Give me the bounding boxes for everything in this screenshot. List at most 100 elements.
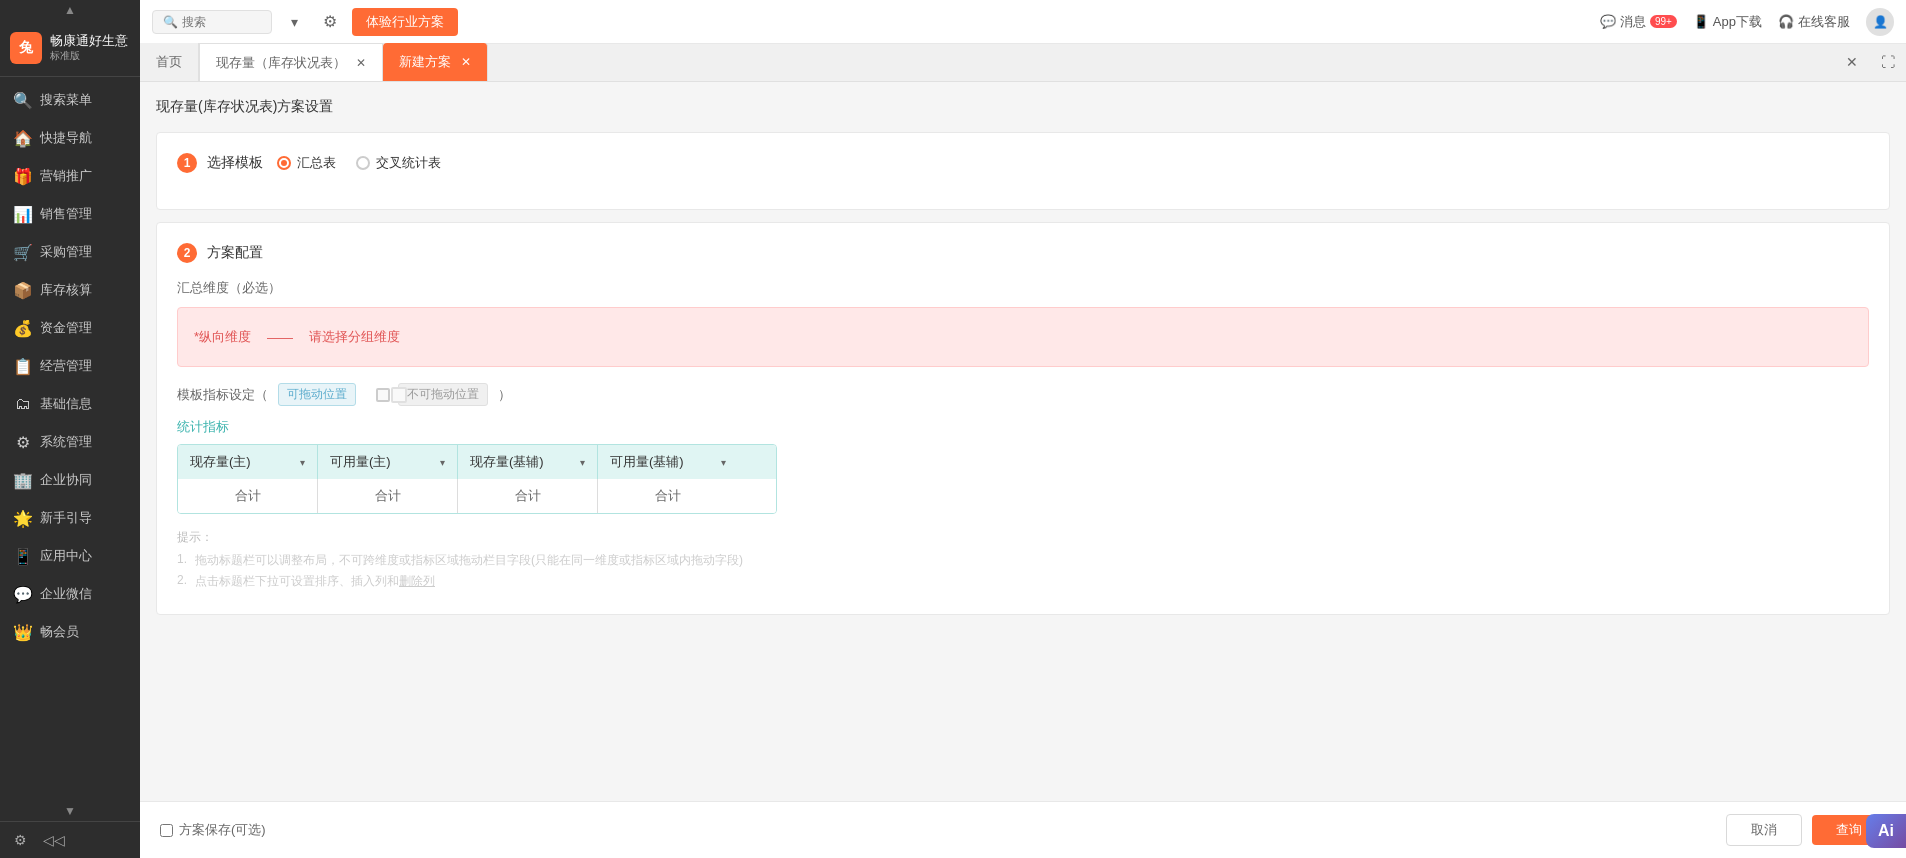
- sidebar-item-system[interactable]: ⚙ 系统管理: [0, 423, 140, 461]
- hint-2-link[interactable]: 删除列: [399, 574, 435, 588]
- dimension-row-label: *纵向维度: [194, 328, 251, 346]
- tab-new-plan[interactable]: 新建方案 ✕: [383, 43, 488, 81]
- sidebar-label-sales: 销售管理: [40, 205, 92, 223]
- sidebar-item-finance[interactable]: 💰 资金管理: [0, 309, 140, 347]
- tabs-bar: 首页 现存量（库存状况表） ✕ 新建方案 ✕ ✕ ⛶: [140, 44, 1906, 82]
- topbar-search-box[interactable]: 🔍: [152, 10, 272, 34]
- msg-badge: 99+: [1650, 15, 1677, 28]
- sidebar-item-business[interactable]: 📋 经营管理: [0, 347, 140, 385]
- win-expand-btn[interactable]: ⛶: [1870, 43, 1906, 81]
- stats-col-body-1: 合计: [318, 479, 458, 513]
- msg-label: 消息: [1620, 13, 1646, 31]
- sidebar-scroll-down[interactable]: ▼: [0, 801, 140, 821]
- radio-summary[interactable]: 汇总表: [277, 154, 336, 172]
- logo-badge: 标准版: [50, 49, 128, 63]
- stats-table-header: 现存量(主)▾可用量(主)▾现存量(基辅)▾可用量(基辅)▾: [178, 445, 776, 479]
- sidebar-item-basic-info[interactable]: 🗂 基础信息: [0, 385, 140, 423]
- hint-1: 1. 拖动标题栏可以调整布局，不可跨维度或指标区域拖动栏目字段(只能在同一维度或…: [177, 552, 1869, 569]
- topbar-dropdown-btn[interactable]: ▾: [280, 8, 308, 36]
- sidebar-label-basic-info: 基础信息: [40, 395, 92, 413]
- radio-cross-label: 交叉统计表: [376, 154, 441, 172]
- service-label: 在线客服: [1798, 13, 1850, 31]
- tab-inventory-label: 现存量（库存状况表）: [216, 54, 346, 72]
- sidebar: ▲ 兔 畅康通好生意 标准版 🔍 搜索菜单🏠 快捷导航🎁 营销推广📊 销售管理🛒…: [0, 0, 140, 858]
- cancel-btn[interactable]: 取消: [1726, 814, 1802, 846]
- sidebar-item-vip[interactable]: 👑 畅会员: [0, 613, 140, 651]
- sidebar-item-wechat[interactable]: 💬 企业微信: [0, 575, 140, 613]
- topbar-app-download[interactable]: 📱 App下载: [1693, 13, 1762, 31]
- settings-footer-btn[interactable]: ⚙: [14, 832, 27, 848]
- sidebar-item-sales[interactable]: 📊 销售管理: [0, 195, 140, 233]
- indicator-tag-fixed: 不可拖动位置: [398, 383, 488, 406]
- sidebar-label-search-menu: 搜索菜单: [40, 91, 92, 109]
- tab-inventory-close[interactable]: ✕: [356, 56, 366, 70]
- ai-fab-button[interactable]: Ai: [1866, 814, 1906, 848]
- sidebar-item-newbie[interactable]: 🌟 新手引导: [0, 499, 140, 537]
- tab-inventory-status[interactable]: 现存量（库存状况表） ✕: [199, 43, 383, 81]
- stats-col-chevron-1[interactable]: ▾: [440, 457, 445, 468]
- topbar-avatar[interactable]: 👤: [1866, 8, 1894, 36]
- search-input[interactable]: [182, 15, 262, 29]
- section-2-card: 2 方案配置 汇总维度（必选） *纵向维度 —— 请选择分组维度 模板指标设定（…: [156, 222, 1890, 615]
- section-2-num: 2: [177, 243, 197, 263]
- tab-new-plan-close[interactable]: ✕: [461, 55, 471, 69]
- sidebar-scroll-up[interactable]: ▲: [0, 0, 140, 20]
- sidebar-item-app-center[interactable]: 📱 应用中心: [0, 537, 140, 575]
- content-area: 现存量(库存状况表)方案设置 1 选择模板 汇总表 交叉统计表: [140, 82, 1906, 801]
- stats-col-chevron-3[interactable]: ▾: [721, 457, 726, 468]
- radio-summary-label: 汇总表: [297, 154, 336, 172]
- indicator-setting: 模板指标设定（ 可拖动位置 不可拖动位置 ）: [177, 383, 1869, 406]
- sidebar-label-purchase: 采购管理: [40, 243, 92, 261]
- sidebar-label-inventory: 库存核算: [40, 281, 92, 299]
- logo-icon: 兔: [10, 32, 42, 64]
- hint-1-text: 拖动标题栏可以调整布局，不可跨维度或指标区域拖动栏目字段(只能在同一维度或指标区…: [195, 552, 743, 569]
- save-checkbox-input[interactable]: [160, 824, 173, 837]
- topbar-service[interactable]: 🎧 在线客服: [1778, 13, 1850, 31]
- section-2-title: 方案配置: [207, 244, 263, 262]
- industry-btn[interactable]: 体验行业方案: [352, 8, 458, 36]
- dimension-area[interactable]: *纵向维度 —— 请选择分组维度: [177, 307, 1869, 367]
- sidebar-item-marketing[interactable]: 🎁 营销推广: [0, 157, 140, 195]
- sidebar-label-quick-nav: 快捷导航: [40, 129, 92, 147]
- save-label: 方案保存(可选): [179, 821, 266, 839]
- stats-col-header-2[interactable]: 现存量(基辅)▾: [458, 445, 598, 479]
- sidebar-icon-wechat: 💬: [14, 585, 32, 603]
- stats-col-label-0: 现存量(主): [190, 453, 251, 471]
- stats-table-body: 合计合计合计合计: [178, 479, 776, 513]
- sidebar-label-system: 系统管理: [40, 433, 92, 451]
- radio-cross[interactable]: 交叉统计表: [356, 154, 441, 172]
- stats-col-label-3: 可用量(基辅): [610, 453, 684, 471]
- sidebar-item-enterprise[interactable]: 🏢 企业协同: [0, 461, 140, 499]
- sidebar-icon-app-center: 📱: [14, 547, 32, 565]
- stats-label: 统计指标: [177, 418, 1869, 436]
- sidebar-item-purchase[interactable]: 🛒 采购管理: [0, 233, 140, 271]
- hint-1-num: 1.: [177, 552, 187, 569]
- sidebar-label-app-center: 应用中心: [40, 547, 92, 565]
- stats-col-header-0[interactable]: 现存量(主) ▾: [178, 445, 318, 479]
- template-radio-group: 汇总表 交叉统计表: [277, 154, 441, 172]
- audio-footer-btn[interactable]: ◁◁: [43, 832, 65, 848]
- topbar-msg[interactable]: 💬 消息 99+: [1600, 13, 1677, 31]
- sidebar-icon-vip: 👑: [14, 623, 32, 641]
- sidebar-item-search-menu[interactable]: 🔍 搜索菜单: [0, 81, 140, 119]
- sidebar-icon-business: 📋: [14, 357, 32, 375]
- logo-text: 畅康通好生意: [50, 33, 128, 50]
- sidebar-item-inventory[interactable]: 📦 库存核算: [0, 271, 140, 309]
- sidebar-icon-system: ⚙: [14, 433, 32, 451]
- stats-col-chevron-2[interactable]: ▾: [580, 457, 585, 468]
- sidebar-item-quick-nav[interactable]: 🏠 快捷导航: [0, 119, 140, 157]
- win-close-btn[interactable]: ✕: [1834, 43, 1870, 81]
- sidebar-icon-purchase: 🛒: [14, 243, 32, 261]
- stats-col-body-2: 合计: [458, 479, 598, 513]
- stats-col-header-1[interactable]: 可用量(主)▾: [318, 445, 458, 479]
- section-1-header: 1 选择模板 汇总表 交叉统计表: [177, 153, 1869, 173]
- save-checkbox[interactable]: 方案保存(可选): [160, 821, 266, 839]
- sidebar-label-enterprise: 企业协同: [40, 471, 92, 489]
- sidebar-label-wechat: 企业微信: [40, 585, 92, 603]
- topbar-gear-btn[interactable]: ⚙: [316, 8, 344, 36]
- tab-home[interactable]: 首页: [140, 43, 199, 81]
- dimension-label: 汇总维度（必选）: [177, 279, 1869, 297]
- section-1-card: 1 选择模板 汇总表 交叉统计表: [156, 132, 1890, 210]
- stats-col-header-3[interactable]: 可用量(基辅) ▾: [598, 445, 738, 479]
- stats-col-chevron-0[interactable]: ▾: [300, 457, 305, 468]
